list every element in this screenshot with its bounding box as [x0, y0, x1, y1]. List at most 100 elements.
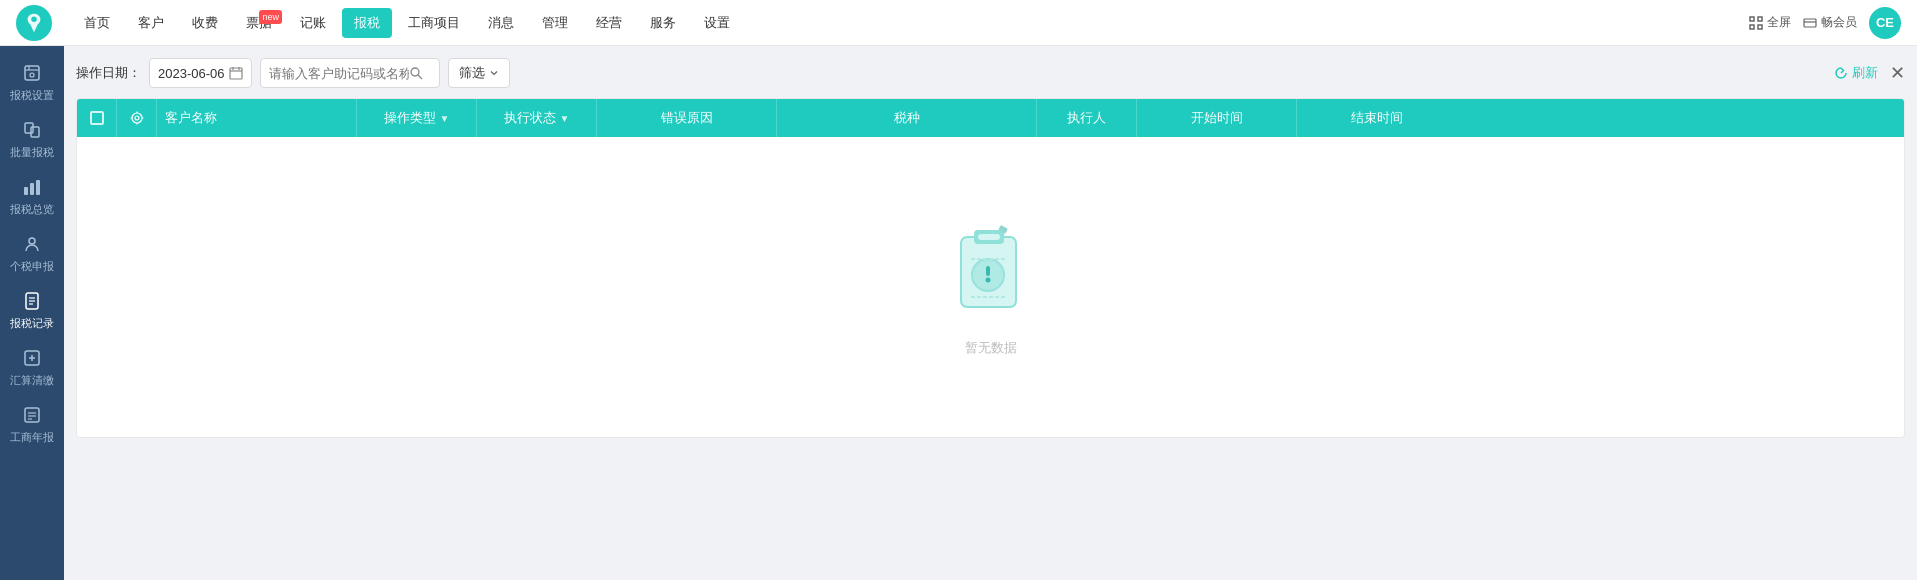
svg-point-16 [29, 238, 35, 244]
search-icon [409, 66, 423, 80]
nav-home[interactable]: 首页 [72, 8, 122, 38]
toolbar: 操作日期： 2023-06-06 筛选 [76, 58, 1905, 88]
empty-text: 暂无数据 [965, 339, 1017, 357]
date-value: 2023-06-06 [158, 66, 225, 81]
svg-point-10 [30, 73, 34, 77]
svg-rect-2 [1758, 17, 1762, 21]
nav-fee[interactable]: 收费 [180, 8, 230, 38]
nav-manage[interactable]: 管理 [530, 8, 580, 38]
chevron-down-icon [489, 68, 499, 78]
filter-label: 筛选 [459, 64, 485, 82]
svg-point-30 [411, 68, 419, 76]
new-badge: new [259, 10, 282, 24]
member-btn[interactable]: 畅会员 [1803, 14, 1857, 31]
search-input[interactable] [269, 66, 409, 81]
date-picker[interactable]: 2023-06-06 [149, 58, 252, 88]
fullscreen-label: 全屏 [1767, 14, 1791, 31]
app-logo[interactable] [16, 5, 52, 41]
personal-tax-icon [21, 233, 43, 255]
svg-line-31 [418, 75, 422, 79]
th-error-reason: 错误原因 [597, 99, 777, 137]
date-label: 操作日期： [76, 64, 141, 82]
search-wrap[interactable] [260, 58, 440, 88]
nav-right: 全屏 畅会员 CE [1749, 7, 1901, 39]
filter-icon-op-type: ▼ [440, 113, 450, 124]
empty-illustration [941, 217, 1041, 327]
annual-settlement-icon [21, 347, 43, 369]
svg-rect-1 [1750, 17, 1754, 21]
th-operation-type: 操作类型 ▼ [357, 99, 477, 137]
sidebar-item-tax-overview[interactable]: 报税总览 [0, 168, 64, 225]
svg-rect-3 [1750, 25, 1754, 29]
nav-items: 首页 客户 收费 票据 new 记账 报税 工商项目 消息 管理 经营 服务 设… [72, 8, 1749, 38]
top-navigation: 首页 客户 收费 票据 new 记账 报税 工商项目 消息 管理 经营 服务 设… [0, 0, 1917, 46]
member-label: 畅会员 [1821, 14, 1857, 31]
nav-ticket[interactable]: 票据 new [234, 8, 284, 38]
empty-state: 暂无数据 [941, 177, 1041, 397]
svg-rect-11 [25, 123, 33, 133]
th-tax-type: 税种 [777, 99, 1037, 137]
sidebar-item-tax-settings[interactable]: 报税设置 [0, 54, 64, 111]
nav-message[interactable]: 消息 [476, 8, 526, 38]
calendar-icon [229, 66, 243, 80]
th-settings[interactable] [117, 99, 157, 137]
sidebar-label-tax-overview: 报税总览 [10, 202, 54, 217]
close-button[interactable]: ✕ [1890, 64, 1905, 82]
filter-icon-exec-status: ▼ [560, 113, 570, 124]
main-layout: 报税设置 批量报税 报税总览 [0, 46, 1917, 580]
select-all-checkbox[interactable] [90, 111, 104, 125]
refresh-label: 刷新 [1852, 64, 1878, 82]
svg-rect-13 [24, 187, 28, 195]
th-exec-status: 执行状态 ▼ [477, 99, 597, 137]
svg-point-46 [985, 278, 990, 283]
th-checkbox[interactable] [77, 99, 117, 137]
fullscreen-btn[interactable]: 全屏 [1749, 14, 1791, 31]
svg-rect-43 [978, 234, 1000, 240]
nav-operation[interactable]: 经营 [584, 8, 634, 38]
sidebar-item-personal-tax[interactable]: 个税申报 [0, 225, 64, 282]
refresh-icon [1834, 66, 1848, 80]
sidebar-item-annual-settlement[interactable]: 汇算清缴 [0, 339, 64, 396]
nav-customer[interactable]: 客户 [126, 8, 176, 38]
svg-rect-22 [25, 408, 39, 422]
avatar[interactable]: CE [1869, 7, 1901, 39]
nav-settings[interactable]: 设置 [692, 8, 742, 38]
svg-point-0 [31, 16, 37, 21]
svg-rect-15 [36, 180, 40, 195]
nav-service[interactable]: 服务 [638, 8, 688, 38]
sidebar-label-annual-settlement: 汇算清缴 [10, 373, 54, 388]
svg-rect-12 [31, 127, 39, 137]
column-settings-icon [130, 111, 144, 125]
batch-tax-icon [21, 119, 43, 141]
filter-button[interactable]: 筛选 [448, 58, 510, 88]
data-table: 客户名称 操作类型 ▼ 执行状态 ▼ 错误原因 税种 执行人 开始时间 结束时间 [76, 98, 1905, 438]
toolbar-right: 刷新 ✕ [1834, 64, 1905, 82]
nav-bookkeeping[interactable]: 记账 [288, 8, 338, 38]
sidebar-item-tax-record[interactable]: 报税记录 [0, 282, 64, 339]
svg-rect-45 [986, 266, 990, 276]
nav-tax[interactable]: 报税 [342, 8, 392, 38]
th-customer-name: 客户名称 [157, 99, 357, 137]
tax-overview-icon [21, 176, 43, 198]
main-content: 操作日期： 2023-06-06 筛选 [64, 46, 1917, 580]
svg-rect-14 [30, 183, 34, 195]
sidebar-label-tax-record: 报税记录 [10, 316, 54, 331]
tax-settings-icon [21, 62, 43, 84]
tax-record-icon [21, 290, 43, 312]
th-executor: 执行人 [1037, 99, 1137, 137]
th-start-time: 开始时间 [1137, 99, 1297, 137]
sidebar: 报税设置 批量报税 报税总览 [0, 46, 64, 580]
svg-rect-4 [1758, 25, 1762, 29]
svg-rect-26 [230, 68, 242, 79]
sidebar-label-tax-settings: 报税设置 [10, 88, 54, 103]
sidebar-item-batch-tax[interactable]: 批量报税 [0, 111, 64, 168]
sidebar-item-annual-report[interactable]: 工商年报 [0, 396, 64, 453]
th-end-time: 结束时间 [1297, 99, 1457, 137]
nav-business[interactable]: 工商项目 [396, 8, 472, 38]
svg-point-33 [132, 113, 142, 123]
sidebar-label-personal-tax: 个税申报 [10, 259, 54, 274]
refresh-button[interactable]: 刷新 [1834, 64, 1878, 82]
svg-point-32 [135, 116, 139, 120]
annual-report-icon [21, 404, 43, 426]
sidebar-label-batch-tax: 批量报税 [10, 145, 54, 160]
